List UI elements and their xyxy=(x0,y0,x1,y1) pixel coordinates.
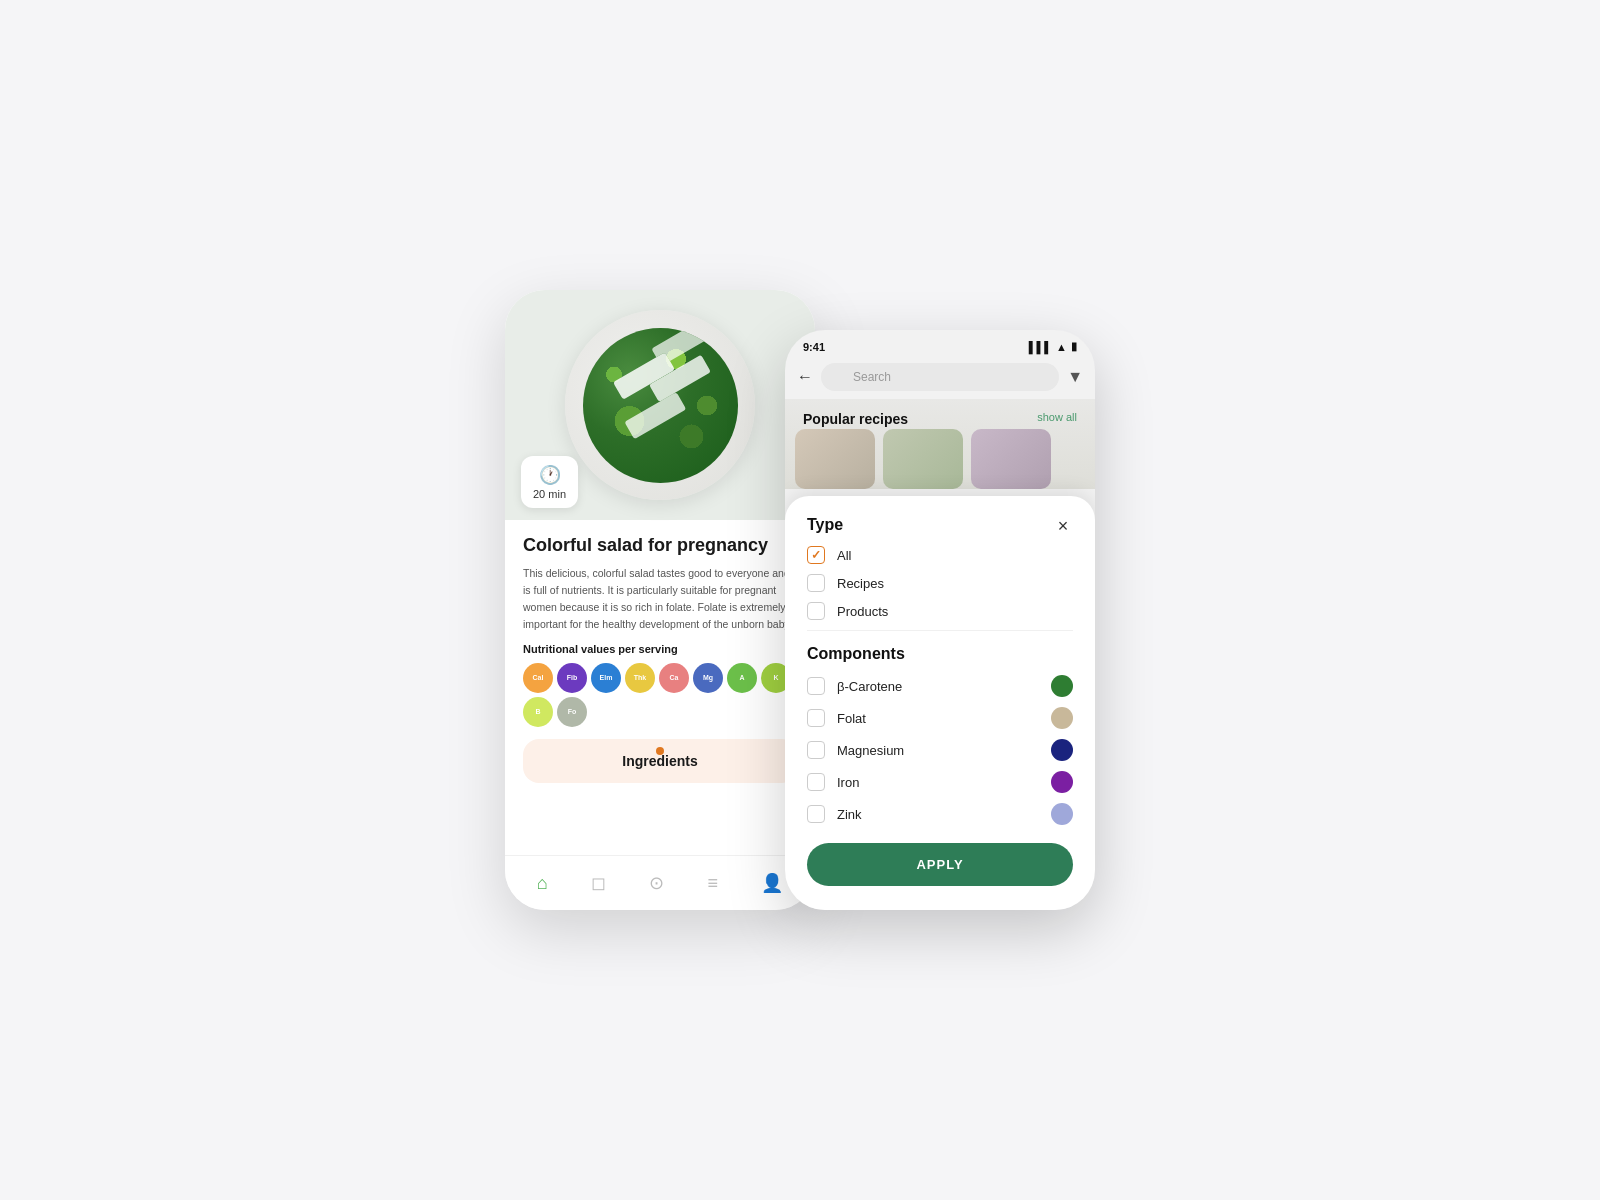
nutrition-bubbles: Cal Fib Elm Thk Ca Mg A K B Fo xyxy=(523,663,797,727)
salad-visual xyxy=(583,328,738,483)
nutrition-label: Nutritional values per serving xyxy=(523,643,797,655)
type-all-checkbox[interactable] xyxy=(807,546,825,564)
type-section-title: Type xyxy=(807,516,1073,534)
component-zink-label: Zink xyxy=(837,807,1039,822)
thumbnail-1 xyxy=(795,429,875,489)
section-divider xyxy=(807,630,1073,631)
left-phone: 🕐 20 min Colorful salad for pregnancy Th… xyxy=(505,290,815,910)
component-folat-label: Folat xyxy=(837,711,1039,726)
search-bar-row: ← 🔍 Search ▼ xyxy=(785,359,1095,399)
time-value: 20 min xyxy=(533,488,566,500)
hero-image: 🕐 20 min xyxy=(505,290,815,520)
status-icons: ▌▌▌ ▲ ▮ xyxy=(1029,340,1077,353)
bubble-fibre: Fib xyxy=(557,663,587,693)
bubble-elmoe: Elm xyxy=(591,663,621,693)
battery-icon: ▮ xyxy=(1071,340,1077,353)
component-beta-carotene-checkbox[interactable] xyxy=(807,677,825,695)
ingredients-button[interactable]: Ingredients xyxy=(523,739,797,783)
search-wrapper: 🔍 Search xyxy=(821,363,1059,391)
search-input[interactable]: Search xyxy=(821,363,1059,391)
type-recipes-checkbox[interactable] xyxy=(807,574,825,592)
component-zink-row: Zink xyxy=(807,803,1073,825)
type-recipes-label: Recipes xyxy=(837,576,1073,591)
type-all-label: All xyxy=(837,548,1073,563)
thumbnail-2 xyxy=(883,429,963,489)
bubble-b: B xyxy=(523,697,553,727)
component-iron-row: Iron xyxy=(807,771,1073,793)
recipe-thumbnails xyxy=(795,429,1051,489)
beta-carotene-color xyxy=(1051,675,1073,697)
bubble-thick: Thk xyxy=(625,663,655,693)
type-products-checkbox[interactable] xyxy=(807,602,825,620)
component-magnesium-checkbox[interactable] xyxy=(807,741,825,759)
zink-color xyxy=(1051,803,1073,825)
bubble-a: A xyxy=(727,663,757,693)
bubble-magnesium: Mg xyxy=(693,663,723,693)
type-products-label: Products xyxy=(837,604,1073,619)
components-section-title: Components xyxy=(807,645,1073,663)
signal-icon: ▌▌▌ xyxy=(1029,341,1052,353)
component-magnesium-row: Magnesium xyxy=(807,739,1073,761)
ingredients-dot xyxy=(656,747,664,755)
component-zink-checkbox[interactable] xyxy=(807,805,825,823)
search-placeholder: Search xyxy=(853,370,891,384)
type-products-row: Products xyxy=(807,602,1073,620)
ingredients-label: Ingredients xyxy=(622,753,697,769)
recipe-description: This delicious, colorful salad tastes go… xyxy=(523,565,797,632)
recipe-title: Colorful salad for pregnancy xyxy=(523,534,797,557)
magnesium-color xyxy=(1051,739,1073,761)
status-time: 9:41 xyxy=(803,341,825,353)
component-iron-label: Iron xyxy=(837,775,1039,790)
bubble-folat: Fo xyxy=(557,697,587,727)
nav-bookmark[interactable]: ◻ xyxy=(591,872,606,894)
type-recipes-row: Recipes xyxy=(807,574,1073,592)
apply-button[interactable]: APPLY xyxy=(807,843,1073,886)
component-iron-checkbox[interactable] xyxy=(807,773,825,791)
nav-home[interactable]: ⌂ xyxy=(537,873,548,894)
bottom-navigation: ⌂ ◻ ⊙ ≡ 👤 xyxy=(505,855,815,910)
popular-label: Popular recipes xyxy=(803,411,908,427)
component-beta-carotene-label: β-Carotene xyxy=(837,679,1039,694)
show-all-button[interactable]: show all xyxy=(1037,411,1077,423)
time-badge: 🕐 20 min xyxy=(521,456,578,508)
back-button[interactable]: ← xyxy=(797,368,813,386)
blurred-background: Popular recipes show all xyxy=(785,399,1095,489)
bubble-calcium: Ca xyxy=(659,663,689,693)
nav-profile[interactable]: 👤 xyxy=(761,872,783,894)
recipe-content: Colorful salad for pregnancy This delici… xyxy=(505,520,815,855)
modal-close-button[interactable]: × xyxy=(1049,512,1077,540)
component-folat-checkbox[interactable] xyxy=(807,709,825,727)
right-phone: 9:41 ▌▌▌ ▲ ▮ ← 🔍 Search ▼ Popular recipe… xyxy=(785,330,1095,910)
component-folat-row: Folat xyxy=(807,707,1073,729)
status-bar: 9:41 ▌▌▌ ▲ ▮ xyxy=(785,330,1095,359)
food-plate xyxy=(565,310,755,500)
folat-color xyxy=(1051,707,1073,729)
component-beta-carotene-row: β-Carotene xyxy=(807,675,1073,697)
wifi-icon: ▲ xyxy=(1056,341,1067,353)
iron-color xyxy=(1051,771,1073,793)
bubble-calories: Cal xyxy=(523,663,553,693)
component-magnesium-label: Magnesium xyxy=(837,743,1039,758)
filter-modal: × Type All Recipes Products Components β… xyxy=(785,496,1095,910)
nav-discover[interactable]: ⊙ xyxy=(649,872,664,894)
thumbnail-3 xyxy=(971,429,1051,489)
clock-icon: 🕐 xyxy=(539,464,561,486)
type-all-row: All xyxy=(807,546,1073,564)
nav-list[interactable]: ≡ xyxy=(707,873,718,894)
filter-icon[interactable]: ▼ xyxy=(1067,368,1083,386)
